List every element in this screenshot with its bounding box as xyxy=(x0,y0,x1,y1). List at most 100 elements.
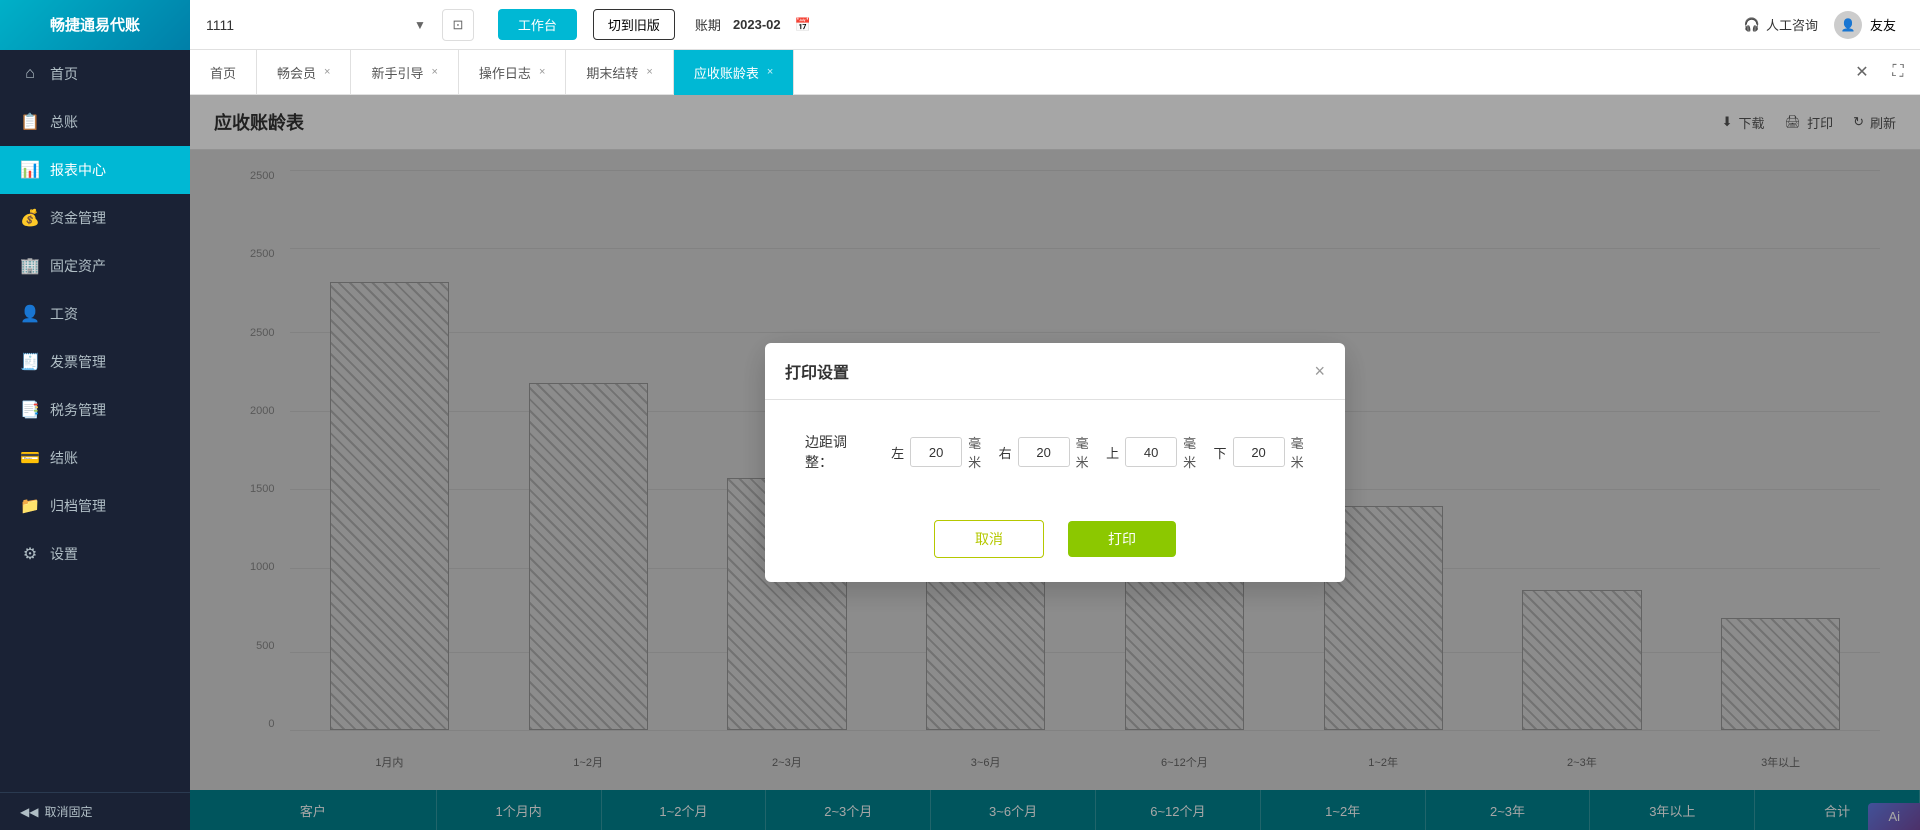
margin-label: 边距调整： xyxy=(805,432,867,472)
sidebar-label-tax: 税务管理 xyxy=(50,400,106,420)
right-dir-label: 右 xyxy=(999,443,1012,462)
tax-icon: 📑 xyxy=(20,400,40,420)
modal-body: 边距调整： 左 毫米 右 毫米 xyxy=(765,400,1345,504)
tab-aging[interactable]: 应收账龄表 × xyxy=(674,50,794,95)
tab-guide-close[interactable]: × xyxy=(431,67,437,78)
modal-header: 打印设置 × xyxy=(765,343,1345,400)
headphone-icon: 🎧 xyxy=(1744,17,1760,33)
top-unit: 毫米 xyxy=(1183,433,1197,471)
left-margin-input[interactable] xyxy=(910,437,962,467)
header-right: 🎧 人工咨询 👤 友友 xyxy=(1744,11,1920,39)
tab-period-label: 期末结转 xyxy=(586,63,638,82)
tab-membership[interactable]: 畅会员 × xyxy=(257,50,351,95)
sidebar-item-report[interactable]: 📊 报表中心 xyxy=(0,146,190,194)
modal-close-button[interactable]: × xyxy=(1314,362,1325,380)
tab-oplog-close[interactable]: × xyxy=(539,67,545,78)
tab-guide-label: 新手引导 xyxy=(371,63,423,82)
modal-title: 打印设置 xyxy=(785,359,849,383)
tab-period[interactable]: 期末结转 × xyxy=(566,50,673,95)
archive-icon: 📁 xyxy=(20,496,40,516)
consulting-button[interactable]: 🎧 人工咨询 xyxy=(1744,15,1818,34)
sidebar-label-home: 首页 xyxy=(50,64,78,84)
bottom-margin-input[interactable] xyxy=(1233,437,1285,467)
sidebar-item-ledger[interactable]: 📋 总账 xyxy=(0,98,190,146)
sidebar-item-salary[interactable]: 👤 工资 xyxy=(0,290,190,338)
sidebar-label-ledger: 总账 xyxy=(50,112,78,132)
collapse-icon: ◀◀ xyxy=(20,805,38,819)
tab-membership-close[interactable]: × xyxy=(324,67,330,78)
calendar-icon[interactable]: 📅 xyxy=(795,17,811,33)
tabs-actions: ✕ ⛶ xyxy=(1848,58,1920,86)
top-header: 畅捷通易代账 1111 ▼ ⊡ 工作台 切到旧版 账期 2023-02 📅 🎧 … xyxy=(0,0,1920,50)
tab-home[interactable]: 首页 xyxy=(190,50,257,95)
sidebar-item-funds[interactable]: 💰 资金管理 xyxy=(0,194,190,242)
settings-icon: ⚙ xyxy=(20,544,40,564)
invoice-icon: 🧾 xyxy=(20,352,40,372)
user-name: 友友 xyxy=(1870,15,1896,34)
checkout-icon: 💳 xyxy=(20,448,40,468)
tab-oplog[interactable]: 操作日志 × xyxy=(459,50,566,95)
content-area: 首页 畅会员 × 新手引导 × 操作日志 × 期末结转 × 应收账龄表 × xyxy=(190,50,1920,830)
tabs-close-all-button[interactable]: ✕ xyxy=(1848,58,1876,86)
user-avatar: 👤 xyxy=(1834,11,1862,39)
funds-icon: 💰 xyxy=(20,208,40,228)
sidebar-collapse-button[interactable]: ◀◀ 取消固定 xyxy=(0,792,190,830)
header-company: 1111 ▼ ⊡ 工作台 切到旧版 账期 2023-02 📅 xyxy=(190,9,1744,41)
bottom-dir-label: 下 xyxy=(1214,443,1227,462)
page-content: 应收账龄表 ⬇ 下载 🖨 打印 ↻ 刷新 xyxy=(190,95,1920,830)
sidebar-label-funds: 资金管理 xyxy=(50,208,106,228)
logo-area: 畅捷通易代账 xyxy=(0,0,190,50)
print-confirm-button[interactable]: 打印 xyxy=(1068,521,1176,557)
sidebar-item-tax[interactable]: 📑 税务管理 xyxy=(0,386,190,434)
tab-aging-label: 应收账龄表 xyxy=(694,63,759,82)
sidebar-item-assets[interactable]: 🏢 固定资产 xyxy=(0,242,190,290)
sidebar-label-assets: 固定资产 xyxy=(50,256,106,276)
tab-oplog-label: 操作日志 xyxy=(479,63,531,82)
home-icon: ⌂ xyxy=(20,65,40,83)
tab-membership-label: 畅会员 xyxy=(277,63,316,82)
modal-dialog: 打印设置 × 边距调整： 左 毫米 右 xyxy=(765,343,1345,582)
tab-home-label: 首页 xyxy=(210,63,236,82)
workbench-button[interactable]: 工作台 xyxy=(498,9,577,40)
company-dropdown-icon[interactable]: ▼ xyxy=(414,18,426,32)
switch-button[interactable]: 切到旧版 xyxy=(593,9,675,40)
sidebar-scroll: ⌂ 首页 📋 总账 📊 报表中心 💰 资金管理 🏢 固定资产 👤 工资 xyxy=(0,50,190,792)
tabs-bar: 首页 畅会员 × 新手引导 × 操作日志 × 期末结转 × 应收账龄表 × xyxy=(190,50,1920,95)
sidebar-item-invoice[interactable]: 🧾 发票管理 xyxy=(0,338,190,386)
margin-right-group: 右 毫米 xyxy=(999,433,1090,471)
modal-footer: 取消 打印 xyxy=(765,504,1345,582)
main-layout: ⌂ 首页 📋 总账 📊 报表中心 💰 资金管理 🏢 固定资产 👤 工资 xyxy=(0,50,1920,830)
salary-icon: 👤 xyxy=(20,304,40,324)
ledger-icon: 📋 xyxy=(20,112,40,132)
sidebar: ⌂ 首页 📋 总账 📊 报表中心 💰 资金管理 🏢 固定资产 👤 工资 xyxy=(0,50,190,830)
consulting-label: 人工咨询 xyxy=(1766,15,1818,34)
top-margin-input[interactable] xyxy=(1125,437,1177,467)
user-area[interactable]: 👤 友友 xyxy=(1834,11,1896,39)
company-icon-btn[interactable]: ⊡ xyxy=(442,9,474,41)
right-unit: 毫米 xyxy=(1076,433,1090,471)
margin-bottom-group: 下 毫米 xyxy=(1214,433,1305,471)
report-icon: 📊 xyxy=(20,160,40,180)
collapse-label: 取消固定 xyxy=(44,803,92,820)
sidebar-item-home[interactable]: ⌂ 首页 xyxy=(0,50,190,98)
period-label: 账期 xyxy=(695,15,721,34)
sidebar-item-archive[interactable]: 📁 归档管理 xyxy=(0,482,190,530)
copy-icon: ⊡ xyxy=(452,17,463,33)
period-value: 2023-02 xyxy=(733,17,781,32)
sidebar-label-archive: 归档管理 xyxy=(50,496,106,516)
sidebar-item-settings[interactable]: ⚙ 设置 xyxy=(0,530,190,578)
logo-text: 畅捷通易代账 xyxy=(50,14,140,35)
tab-aging-close[interactable]: × xyxy=(767,67,773,78)
sidebar-label-report: 报表中心 xyxy=(50,160,106,180)
right-margin-input[interactable] xyxy=(1018,437,1070,467)
tabs-expand-button[interactable]: ⛶ xyxy=(1884,58,1912,86)
tab-period-close[interactable]: × xyxy=(646,67,652,78)
cancel-button[interactable]: 取消 xyxy=(934,520,1044,558)
sidebar-item-checkout[interactable]: 💳 结账 xyxy=(0,434,190,482)
margin-left-group: 左 毫米 xyxy=(891,433,982,471)
tab-guide[interactable]: 新手引导 × xyxy=(351,50,458,95)
top-dir-label: 上 xyxy=(1106,443,1119,462)
margin-row: 边距调整： 左 毫米 右 毫米 xyxy=(805,432,1305,472)
assets-icon: 🏢 xyxy=(20,256,40,276)
bottom-unit: 毫米 xyxy=(1291,433,1305,471)
